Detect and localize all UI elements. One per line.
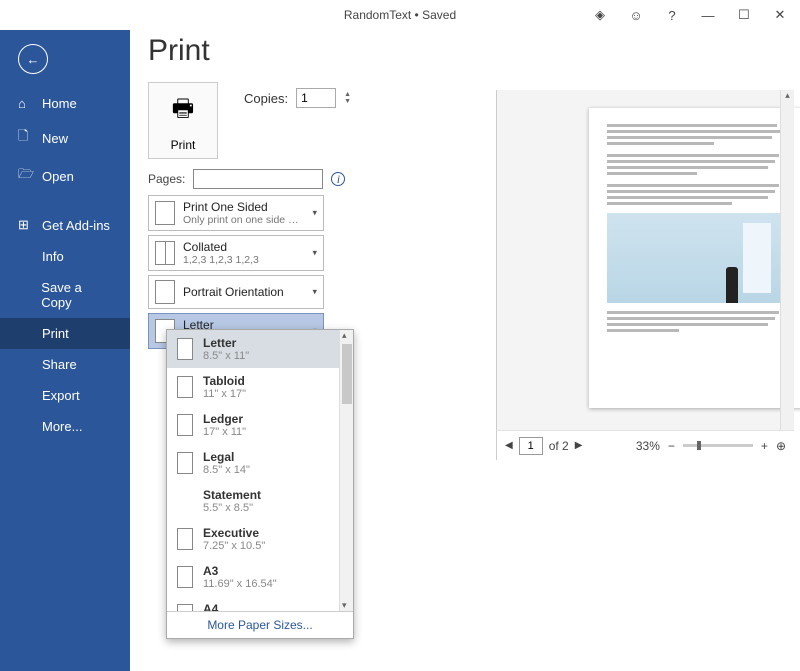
zoom-slider[interactable]	[683, 444, 753, 447]
nav-export-label: Export	[42, 388, 80, 403]
zoom-in-button[interactable]: +	[761, 439, 768, 453]
nav-addins[interactable]: ⊞ Get Add-ins	[0, 209, 130, 241]
dd-item-a3[interactable]: A311.69" x 16.54"	[167, 558, 353, 596]
sided-sub: Only print on one side of...	[183, 214, 303, 226]
nav-home-label: Home	[42, 96, 77, 111]
dd-item-tabloid[interactable]: Tabloid11" x 17"	[167, 368, 353, 406]
page-icon	[177, 528, 193, 550]
paper-size-dropdown: Letter8.5" x 11" Tabloid11" x 17" Ledger…	[166, 329, 354, 639]
nav-info[interactable]: Info	[0, 241, 130, 272]
app-window: RandomText • Saved ◈ ☺ ? — ☐ ✕ ← ⌂ Home 🗋…	[0, 0, 800, 671]
dropdown-scrollbar[interactable]	[339, 330, 353, 611]
dd-item-letter[interactable]: Letter8.5" x 11"	[167, 330, 353, 368]
dropdown-scroll-area: Letter8.5" x 11" Tabloid11" x 17" Ledger…	[167, 330, 353, 611]
nav-print-label: Print	[42, 326, 69, 341]
page-number-input[interactable]	[519, 437, 543, 455]
page-icon	[177, 452, 193, 474]
page-icon	[177, 414, 193, 436]
back-button[interactable]: ←	[18, 44, 48, 74]
zoom-out-button[interactable]: −	[668, 439, 675, 453]
info-icon[interactable]: i	[331, 172, 345, 186]
nav-new[interactable]: 🗋 New	[0, 119, 130, 157]
copies-input[interactable]	[296, 88, 336, 108]
next-page-button[interactable]: ▶	[575, 440, 583, 451]
page-icon	[177, 566, 193, 588]
preview-page	[589, 108, 800, 408]
dd-item-a4[interactable]: A48.27" x 11.69"	[167, 596, 353, 611]
collated-title: Collated	[183, 240, 259, 254]
option-print-sided[interactable]: Print One SidedOnly print on one side of…	[148, 195, 324, 231]
dd-item-ledger[interactable]: Ledger17" x 11"	[167, 406, 353, 444]
copies-control: Copies: ▲▼	[244, 88, 351, 108]
feedback-icon[interactable]: ☺	[626, 8, 646, 23]
chevron-down-icon: ▾	[312, 208, 317, 219]
orientation-icon	[155, 280, 175, 304]
dd-item-legal[interactable]: Legal8.5" x 14"	[167, 444, 353, 482]
pages-input[interactable]	[193, 169, 323, 189]
nav-share-label: Share	[42, 357, 77, 372]
nav-open-label: Open	[42, 169, 74, 184]
nav-open[interactable]: 🗁 Open	[0, 157, 130, 195]
nav-print[interactable]: Print	[0, 318, 130, 349]
zoom-label: 33%	[636, 439, 660, 453]
print-button-label: Print	[149, 138, 217, 152]
minimize-button[interactable]: —	[698, 8, 718, 23]
collated-sub: 1,2,3 1,2,3 1,2,3	[183, 254, 259, 266]
preview-nav: ◀ of 2 ▶ 33% − + ⊕	[496, 430, 794, 460]
chevron-down-icon: ▾	[312, 248, 317, 259]
premium-icon[interactable]: ◈	[590, 7, 610, 23]
sided-icon	[155, 201, 175, 225]
addins-icon: ⊞	[18, 217, 32, 233]
prev-page-button[interactable]: ◀	[505, 440, 513, 451]
body: ← ⌂ Home 🗋 New 🗁 Open ⊞ Get Add-ins Info Sav…	[0, 30, 800, 671]
collated-icon	[155, 241, 175, 265]
nav-more-label: More...	[42, 419, 82, 434]
open-icon: 🗁	[18, 165, 32, 187]
preview-scrollbar[interactable]: ▴	[780, 90, 794, 458]
dd-item-executive[interactable]: Executive7.25" x 10.5"	[167, 520, 353, 558]
nav-home[interactable]: ⌂ Home	[0, 88, 130, 119]
close-button[interactable]: ✕	[770, 7, 790, 23]
nav-addins-label: Get Add-ins	[42, 218, 110, 233]
option-collated[interactable]: Collated1,2,3 1,2,3 1,2,3 ▾	[148, 235, 324, 271]
nav-export[interactable]: Export	[0, 380, 130, 411]
print-button[interactable]: 🖶 Print	[148, 82, 218, 159]
window-controls: ◈ ☺ ? — ☐ ✕	[590, 0, 800, 30]
fit-page-button[interactable]: ⊕	[776, 439, 786, 453]
copies-spinner[interactable]: ▲▼	[344, 91, 351, 105]
printer-icon: 🖶	[149, 91, 217, 132]
copies-label: Copies:	[244, 91, 288, 106]
page-of-label: of 2	[549, 439, 569, 453]
page-icon	[177, 376, 193, 398]
sided-title: Print One Sided	[183, 200, 303, 214]
orientation-title: Portrait Orientation	[183, 285, 284, 299]
home-icon: ⌂	[18, 96, 32, 111]
backstage-sidebar: ← ⌂ Home 🗋 New 🗁 Open ⊞ Get Add-ins Info Sav…	[0, 30, 130, 671]
option-orientation[interactable]: Portrait Orientation ▾	[148, 275, 324, 309]
dd-item-statement[interactable]: Statement5.5" x 8.5"	[167, 482, 353, 520]
more-paper-sizes[interactable]: More Paper Sizes...	[167, 611, 353, 638]
nav-save-label: Save a Copy	[41, 280, 112, 310]
new-icon: 🗋	[18, 127, 32, 149]
nav-info-label: Info	[42, 249, 64, 264]
nav-save[interactable]: Save a Copy	[0, 272, 130, 318]
print-preview: ▴	[496, 90, 794, 458]
preview-image	[607, 213, 786, 303]
chevron-down-icon: ▾	[312, 287, 317, 298]
titlebar: RandomText • Saved ◈ ☺ ? — ☐ ✕	[0, 0, 800, 30]
doc-title: RandomText • Saved	[344, 8, 456, 22]
page-icon	[177, 604, 193, 611]
nav-new-label: New	[42, 131, 68, 146]
help-button[interactable]: ?	[662, 8, 682, 23]
page-title: Print	[148, 34, 800, 68]
pages-label: Pages:	[148, 172, 185, 186]
maximize-button[interactable]: ☐	[734, 7, 754, 23]
nav-share[interactable]: Share	[0, 349, 130, 380]
nav-more[interactable]: More...	[0, 411, 130, 442]
page-icon	[177, 338, 193, 360]
